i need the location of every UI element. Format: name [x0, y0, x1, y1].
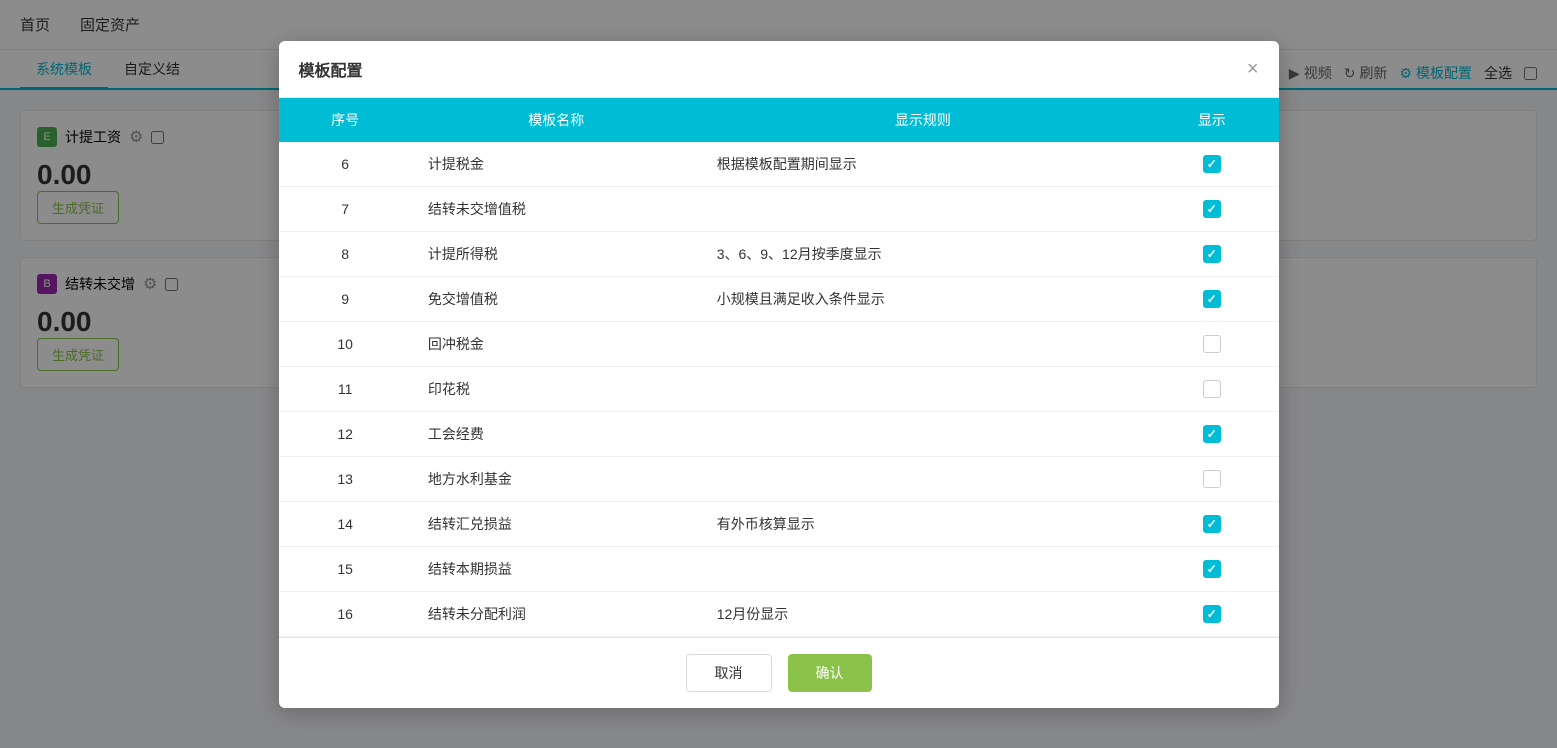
table-row: 7结转未交增值税: [279, 186, 1279, 231]
cell-rule: [701, 411, 1145, 456]
col-name: 模板名称: [412, 98, 701, 142]
cell-rule: [701, 186, 1145, 231]
table-row: 10回冲税金: [279, 321, 1279, 366]
template-config-modal: 模板配置 × 序号 模板名称 显示规则 显示 6计提税金根据模板配置期间显示7结…: [279, 41, 1279, 708]
checkbox-row-7[interactable]: [1203, 200, 1221, 218]
cell-rule: 12月份显示: [701, 591, 1145, 636]
cell-name: 印花税: [412, 366, 701, 411]
cell-index: 13: [279, 456, 412, 501]
checkbox-row-16[interactable]: [1203, 605, 1221, 623]
cell-rule: 根据模板配置期间显示: [701, 142, 1145, 187]
checkbox-row-14[interactable]: [1203, 515, 1221, 533]
checkbox-row-6[interactable]: [1203, 155, 1221, 173]
cell-rule: [701, 546, 1145, 591]
cell-name: 结转未交增值税: [412, 186, 701, 231]
cell-name: 计提所得税: [412, 231, 701, 276]
col-show: 显示: [1145, 98, 1278, 142]
cell-rule: 3、6、9、12月按季度显示: [701, 231, 1145, 276]
cell-rule: [701, 366, 1145, 411]
cell-check: [1145, 501, 1278, 546]
cell-index: 14: [279, 501, 412, 546]
cell-name: 回冲税金: [412, 321, 701, 366]
modal-body: 序号 模板名称 显示规则 显示 6计提税金根据模板配置期间显示7结转未交增值税8…: [279, 98, 1279, 637]
config-table: 序号 模板名称 显示规则 显示 6计提税金根据模板配置期间显示7结转未交增值税8…: [279, 98, 1279, 637]
col-index: 序号: [279, 98, 412, 142]
cell-index: 11: [279, 366, 412, 411]
cell-index: 6: [279, 142, 412, 187]
cell-name: 结转本期损益: [412, 546, 701, 591]
cell-index: 8: [279, 231, 412, 276]
table-header-row: 序号 模板名称 显示规则 显示: [279, 98, 1279, 142]
checkbox-row-13[interactable]: [1203, 470, 1221, 488]
cell-index: 9: [279, 276, 412, 321]
cell-check: [1145, 456, 1278, 501]
close-button[interactable]: ×: [1247, 59, 1259, 79]
checkbox-row-9[interactable]: [1203, 290, 1221, 308]
cell-check: [1145, 142, 1278, 187]
cell-check: [1145, 276, 1278, 321]
cell-check: [1145, 321, 1278, 366]
cell-name: 结转未分配利润: [412, 591, 701, 636]
cell-index: 16: [279, 591, 412, 636]
cell-name: 免交增值税: [412, 276, 701, 321]
table-row: 15结转本期损益: [279, 546, 1279, 591]
cell-index: 10: [279, 321, 412, 366]
table-row: 8计提所得税3、6、9、12月按季度显示: [279, 231, 1279, 276]
checkbox-row-15[interactable]: [1203, 560, 1221, 578]
table-row: 14结转汇兑损益有外币核算显示: [279, 501, 1279, 546]
table-row: 11印花税: [279, 366, 1279, 411]
cell-name: 计提税金: [412, 142, 701, 187]
modal-header: 模板配置 ×: [279, 41, 1279, 98]
cell-index: 7: [279, 186, 412, 231]
cell-index: 12: [279, 411, 412, 456]
modal-footer: 取消 确认: [279, 637, 1279, 708]
table-row: 16结转未分配利润12月份显示: [279, 591, 1279, 636]
cell-name: 地方水利基金: [412, 456, 701, 501]
table-row: 13地方水利基金: [279, 456, 1279, 501]
cell-rule: [701, 321, 1145, 366]
checkbox-row-11[interactable]: [1203, 380, 1221, 398]
cell-name: 结转汇兑损益: [412, 501, 701, 546]
cell-check: [1145, 411, 1278, 456]
cell-check: [1145, 366, 1278, 411]
cell-check: [1145, 231, 1278, 276]
cell-check: [1145, 591, 1278, 636]
cell-rule: 小规模且满足收入条件显示: [701, 276, 1145, 321]
table-row: 9免交增值税小规模且满足收入条件显示: [279, 276, 1279, 321]
table-row: 12工会经费: [279, 411, 1279, 456]
checkbox-row-10[interactable]: [1203, 335, 1221, 353]
cell-rule: [701, 456, 1145, 501]
modal-overlay: 模板配置 × 序号 模板名称 显示规则 显示 6计提税金根据模板配置期间显示7结…: [0, 0, 1557, 748]
cell-rule: 有外币核算显示: [701, 501, 1145, 546]
confirm-button[interactable]: 确认: [788, 654, 872, 692]
checkbox-row-8[interactable]: [1203, 245, 1221, 263]
cell-name: 工会经费: [412, 411, 701, 456]
cell-check: [1145, 546, 1278, 591]
modal-title: 模板配置: [299, 57, 363, 81]
cancel-button[interactable]: 取消: [686, 654, 772, 692]
cell-index: 15: [279, 546, 412, 591]
cell-check: [1145, 186, 1278, 231]
checkbox-row-12[interactable]: [1203, 425, 1221, 443]
table-row: 6计提税金根据模板配置期间显示: [279, 142, 1279, 187]
col-rule: 显示规则: [701, 98, 1145, 142]
